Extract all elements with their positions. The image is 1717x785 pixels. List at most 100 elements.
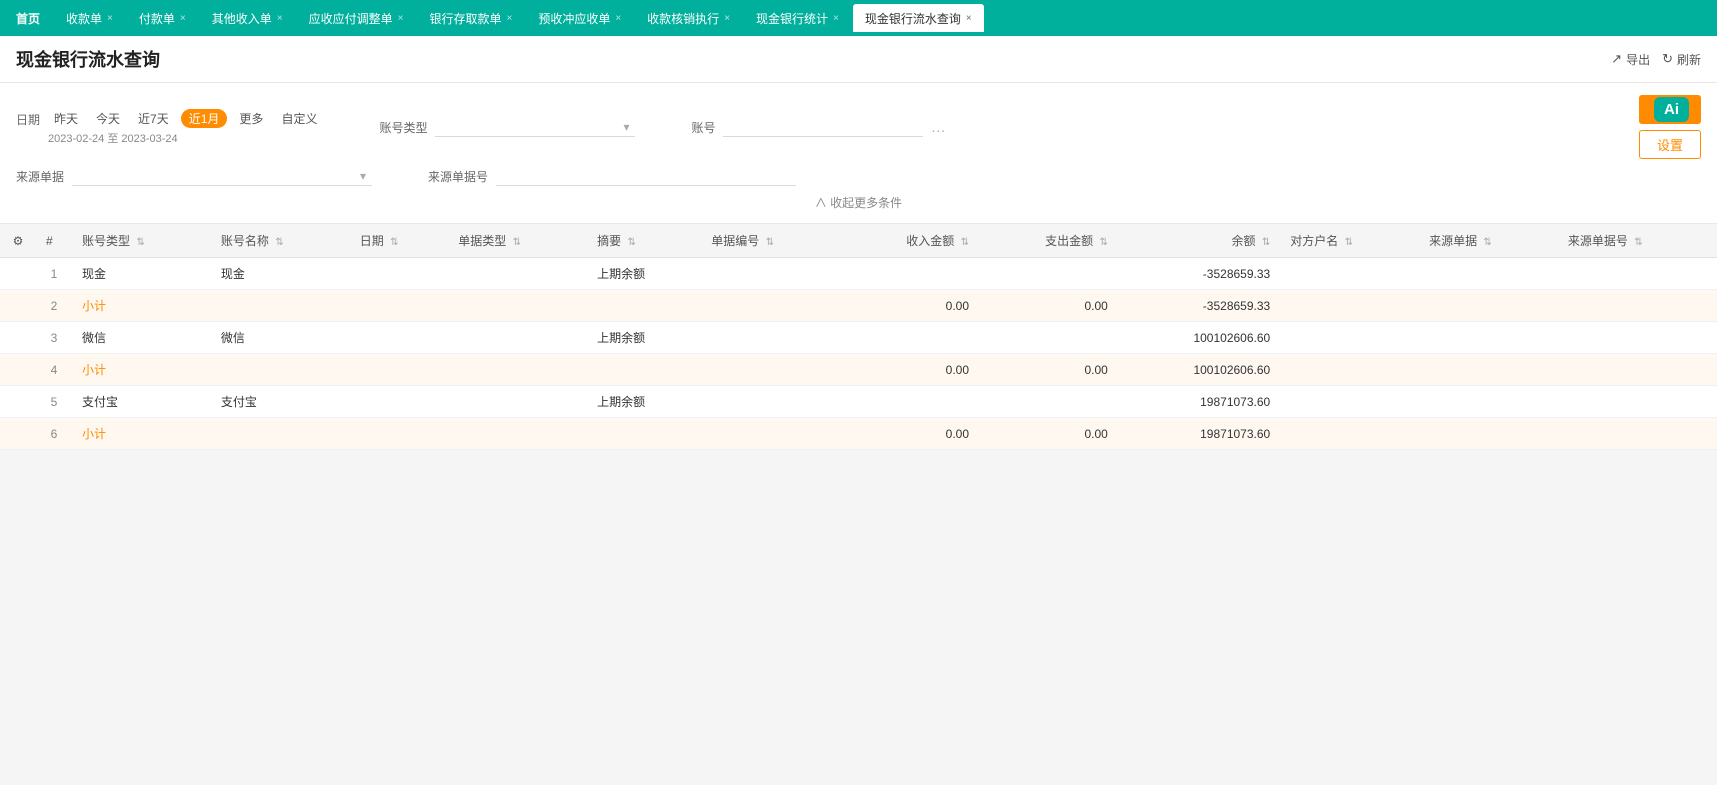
date-custom[interactable]: 自定义 [275, 109, 323, 128]
header-actions: ↗ 导出 ↻ 刷新 [1611, 51, 1701, 68]
collapse-button[interactable]: ∧ 收起更多条件 [815, 194, 902, 211]
source-doc-no-input[interactable] [496, 167, 796, 186]
col-num: # [36, 224, 72, 258]
setting-button[interactable]: 设置 [1639, 130, 1701, 159]
refresh-button[interactable]: ↻ 刷新 [1662, 51, 1701, 68]
account-type-select[interactable]: ▾ [435, 118, 635, 137]
table-cell [701, 386, 840, 418]
gear-icon: ⚙ [13, 234, 24, 248]
table-cell [350, 386, 449, 418]
table-cell: 支付宝 [211, 386, 350, 418]
date-7days[interactable]: 近7天 [132, 109, 175, 128]
table-cell [448, 290, 587, 322]
table-cell [350, 258, 449, 290]
top-nav: 首页 收款单 × 付款单 × 其他收入单 × 应收应付调整单 × 银行存取款单 … [0, 0, 1717, 36]
account-type-filter: 账号类型 ▾ [379, 118, 635, 137]
table-cell [1419, 354, 1558, 386]
account-dots[interactable]: ... [931, 119, 946, 135]
nav-tab-4[interactable]: 银行存取款单 × [417, 4, 524, 32]
close-icon[interactable]: × [724, 13, 730, 24]
data-table: ⚙ # 账号类型 ⇅ 账号名称 ⇅ 日期 ⇅ 单据类型 ⇅ [0, 224, 1717, 450]
source-doc-no-filter: 来源单据号 [428, 167, 796, 186]
date-yesterday[interactable]: 昨天 [48, 109, 84, 128]
col-income[interactable]: 收入金额 ⇅ [840, 224, 979, 258]
cell-empty [0, 258, 36, 290]
sort-icon: ⇅ [766, 237, 774, 248]
col-source-doc[interactable]: 来源单据 ⇅ [1419, 224, 1558, 258]
nav-tab-3[interactable]: 应收应付调整单 × [297, 4, 416, 32]
table-cell: 小计 [72, 418, 211, 450]
table-cell: 现金 [211, 258, 350, 290]
nav-tab-8[interactable]: 现金银行流水查询 × [853, 4, 984, 32]
table-row: 2小计0.000.00-3528659.33 [0, 290, 1717, 322]
source-doc-no-label: 来源单据号 [428, 168, 488, 185]
col-doc-no[interactable]: 单据编号 ⇅ [701, 224, 840, 258]
account-type-label: 账号类型 [379, 119, 427, 136]
table-cell [840, 322, 979, 354]
col-gear[interactable]: ⚙ [0, 224, 36, 258]
table-cell [350, 354, 449, 386]
col-summary[interactable]: 摘要 ⇅ [587, 224, 701, 258]
close-icon[interactable]: × [398, 13, 404, 24]
chevron-up-icon: ∧ [815, 196, 830, 210]
nav-tab-7[interactable]: 现金银行统计 × [744, 4, 851, 32]
table-cell [211, 418, 350, 450]
nav-tab-2[interactable]: 其他收入单 × [200, 4, 295, 32]
sort-icon: ⇅ [136, 237, 144, 248]
table-cell: 微信 [211, 322, 350, 354]
close-icon[interactable]: × [506, 13, 512, 24]
nav-tab-1[interactable]: 付款单 × [127, 4, 198, 32]
date-today[interactable]: 今天 [90, 109, 126, 128]
table-row: 3微信微信上期余额100102606.60 [0, 322, 1717, 354]
close-icon[interactable]: × [615, 13, 621, 24]
table-cell: 微信 [72, 322, 211, 354]
table-cell [701, 418, 840, 450]
sort-icon: ⇅ [1345, 237, 1353, 248]
nav-tab-0[interactable]: 收款单 × [54, 4, 125, 32]
nav-tab-5[interactable]: 预收冲应收单 × [526, 4, 633, 32]
table-cell: -3528659.33 [1118, 258, 1280, 290]
table-row: 6小计0.000.0019871073.60 [0, 418, 1717, 450]
close-icon[interactable]: × [833, 13, 839, 24]
col-doc-type[interactable]: 单据类型 ⇅ [448, 224, 587, 258]
table-cell [840, 258, 979, 290]
chevron-down-icon: ▾ [623, 120, 629, 134]
filter-row-1: 日期 昨天 今天 近7天 近1月 更多 自定义 2023-02-24 至 202… [16, 95, 1701, 159]
account-input[interactable] [723, 118, 923, 137]
table-cell [1558, 258, 1717, 290]
col-account-name[interactable]: 账号名称 ⇅ [211, 224, 350, 258]
account-label: 账号 [691, 119, 715, 136]
col-counterpart[interactable]: 对方户名 ⇅ [1280, 224, 1419, 258]
table-cell [448, 354, 587, 386]
close-icon[interactable]: × [966, 13, 972, 24]
table-cell: 2 [36, 290, 72, 322]
nav-home[interactable]: 首页 [4, 4, 52, 32]
col-expense[interactable]: 支出金额 ⇅ [979, 224, 1118, 258]
table-cell [979, 386, 1118, 418]
ai-button[interactable]: Ai [1654, 97, 1689, 122]
export-button[interactable]: ↗ 导出 [1611, 51, 1650, 68]
table-cell [979, 322, 1118, 354]
nav-tab-6[interactable]: 收款核销执行 × [635, 4, 742, 32]
table-cell [448, 386, 587, 418]
col-source-doc-no[interactable]: 来源单据号 ⇅ [1558, 224, 1717, 258]
close-icon[interactable]: × [277, 13, 283, 24]
table-cell [211, 290, 350, 322]
col-date[interactable]: 日期 ⇅ [350, 224, 449, 258]
close-icon[interactable]: × [107, 13, 113, 24]
table-cell [350, 418, 449, 450]
date-filter: 日期 昨天 今天 近7天 近1月 更多 自定义 2023-02-24 至 202… [16, 109, 323, 146]
col-balance[interactable]: 余额 ⇅ [1118, 224, 1280, 258]
date-options-group: 昨天 今天 近7天 近1月 更多 自定义 2023-02-24 至 2023-0… [48, 109, 323, 146]
chevron-down-icon-2: ▾ [360, 169, 366, 183]
col-account-type[interactable]: 账号类型 ⇅ [72, 224, 211, 258]
table-cell: 0.00 [979, 290, 1118, 322]
cell-empty [0, 354, 36, 386]
date-1month[interactable]: 近1月 [181, 109, 228, 128]
date-more[interactable]: 更多 [233, 109, 269, 128]
sort-icon: ⇅ [390, 237, 398, 248]
close-icon[interactable]: × [180, 13, 186, 24]
source-doc-select[interactable]: ▾ [72, 167, 372, 186]
source-doc-filter: 来源单据 ▾ [16, 167, 372, 186]
table-cell: 100102606.60 [1118, 322, 1280, 354]
